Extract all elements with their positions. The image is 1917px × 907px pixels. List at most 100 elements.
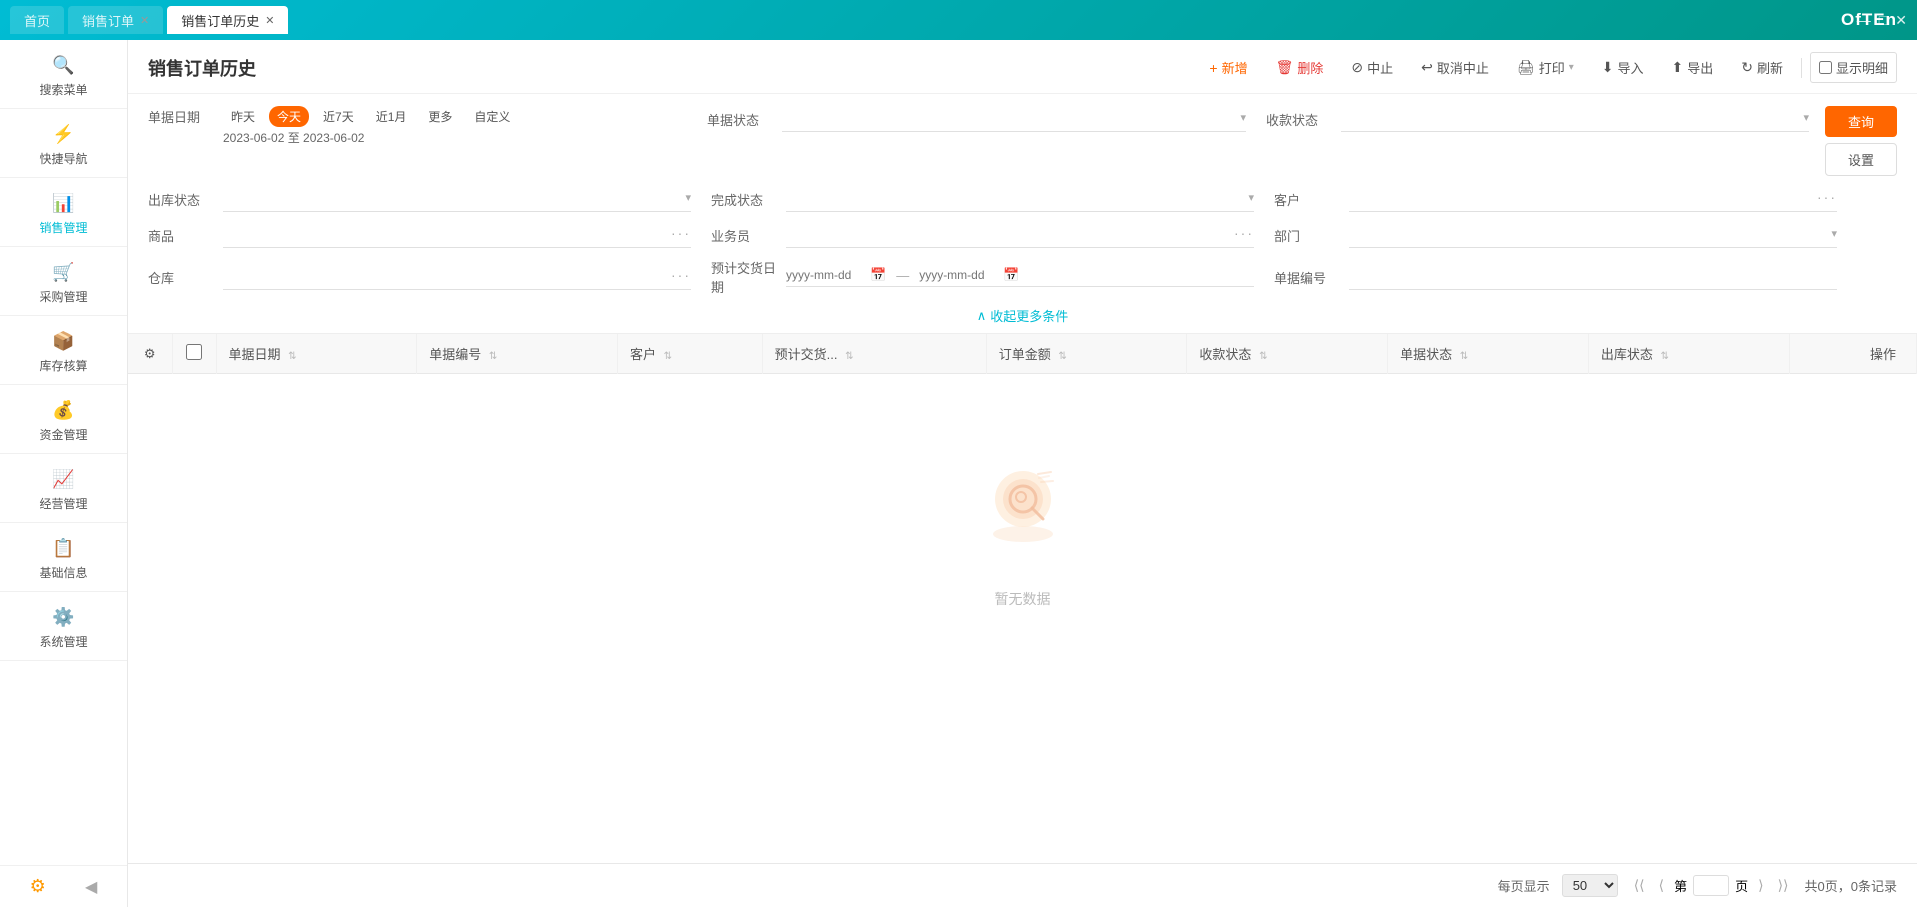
toolbar-divider (1801, 58, 1802, 78)
sidebar-item-quick-nav[interactable]: ⚡ 快捷导航 (0, 109, 127, 178)
next-page-button[interactable]: ⟩ (1754, 875, 1767, 896)
stop-label: 中止 (1367, 58, 1393, 77)
finance-icon: 💰 (53, 399, 75, 421)
select-all-checkbox[interactable] (186, 344, 202, 360)
date-tab-more[interactable]: 更多 (420, 106, 460, 127)
empty-text: 暂无数据 (995, 589, 1051, 609)
display-toggle[interactable]: 显示明细 (1810, 52, 1897, 83)
col-settings[interactable]: ⚙ (128, 334, 172, 374)
complete-status-label: 完成状态 (711, 190, 786, 209)
col-out-status-label: 出库状态 (1601, 347, 1653, 362)
filter-area: 单据日期 昨天 今天 近7天 近1月 更多 自定义 2023-06-02 至 2… (128, 94, 1917, 334)
date-tab-1month[interactable]: 近1月 (368, 106, 415, 127)
col-doc-number-label: 单据编号 (429, 347, 481, 362)
col-receipt-status-label: 收款状态 (1199, 347, 1251, 362)
date-tab-yesterday[interactable]: 昨天 (223, 106, 263, 127)
export-button[interactable]: ⬆ 导出 (1661, 53, 1723, 82)
display-toggle-checkbox[interactable] (1819, 61, 1832, 74)
expected-date-to[interactable] (919, 268, 999, 282)
stop-button[interactable]: ⊘ 中止 (1341, 53, 1403, 82)
purchase-mgmt-icon: 🛒 (53, 261, 75, 283)
sidebar-label-basic-info: 基础信息 (39, 564, 87, 581)
tab-sales-order-history-close[interactable]: ✕ (265, 14, 274, 27)
sidebar-item-system-mgmt[interactable]: ⚙️ 系统管理 (0, 592, 127, 661)
tab-sales-order-close[interactable]: ✕ (140, 14, 149, 27)
collapse-filter-row[interactable]: ∧ 收起更多条件 (148, 306, 1897, 325)
sidebar-item-finance[interactable]: 💰 资金管理 (0, 385, 127, 454)
query-button[interactable]: 查询 (1825, 106, 1897, 137)
settings-bottom-icon[interactable]: ⚙ (30, 876, 46, 897)
sidebar: 🔍 搜索菜单 ⚡ 快捷导航 📊 销售管理 🛒 采购管理 📦 库存核算 💰 资金管… (0, 40, 128, 907)
col-order-amount[interactable]: 订单金额 ⇅ (986, 334, 1187, 374)
table-header-row: ⚙ 单据日期 ⇅ 单据编号 ⇅ (128, 334, 1917, 374)
settings-button[interactable]: 设置 (1825, 143, 1897, 176)
col-customer[interactable]: 客户 ⇅ (617, 334, 762, 374)
doc-status-label: 单据状态 (707, 110, 782, 129)
cancel-stop-button[interactable]: ↩ 取消中止 (1411, 53, 1499, 82)
print-button[interactable]: 🖨 打印 ▾ (1507, 53, 1584, 82)
sidebar-item-sales-mgmt[interactable]: 📊 销售管理 (0, 178, 127, 247)
tab-home[interactable]: 首页 (10, 6, 64, 34)
col-action-label: 操作 (1870, 347, 1896, 362)
date-tab-custom[interactable]: 自定义 (466, 106, 518, 127)
col-order-amount-sort: ⇅ (1058, 351, 1066, 362)
first-page-button[interactable]: ⟨⟨ (1630, 875, 1649, 896)
main-layout: 🔍 搜索菜单 ⚡ 快捷导航 📊 销售管理 🛒 采购管理 📦 库存核算 💰 资金管… (0, 40, 1917, 907)
sidebar-item-search-menu[interactable]: 🔍 搜索菜单 (0, 40, 127, 109)
collapse-up-icon: ∧ (977, 308, 987, 324)
col-doc-number[interactable]: 单据编号 ⇅ (417, 334, 618, 374)
table-area: ⚙ 单据日期 ⇅ 单据编号 ⇅ (128, 334, 1917, 863)
sidebar-item-purchase-mgmt[interactable]: 🛒 采购管理 (0, 247, 127, 316)
doc-status-chevron: ▾ (1240, 111, 1246, 124)
col-customer-label: 客户 (630, 347, 656, 362)
date-tab-7days[interactable]: 近7天 (315, 106, 362, 127)
page-number-input[interactable]: 1 (1693, 875, 1729, 896)
page-unit: 页 (1735, 876, 1748, 895)
prev-page-button[interactable]: ⟨ (1655, 875, 1668, 896)
sidebar-item-operations[interactable]: 📈 经营管理 (0, 454, 127, 523)
sidebar-label-search-menu: 搜索菜单 (39, 81, 87, 98)
doc-number-label: 单据编号 (1274, 268, 1349, 287)
delete-button[interactable]: 🗑 删除 (1266, 53, 1334, 82)
new-label: 新增 (1222, 58, 1248, 77)
col-receipt-status[interactable]: 收款状态 ⇅ (1187, 334, 1388, 374)
date-tab-today[interactable]: 今天 (269, 106, 309, 127)
collapse-sidebar-icon[interactable]: ◀ (85, 877, 97, 897)
col-out-status[interactable]: 出库状态 ⇅ (1588, 334, 1789, 374)
page-header: 销售订单历史 + 新增 🗑 删除 ⊘ 中止 ↩ 取消中止 (128, 40, 1917, 94)
calendar-to-icon[interactable]: 📅 (1003, 267, 1019, 283)
refresh-button[interactable]: ↻ 刷新 (1731, 53, 1793, 82)
last-page-button[interactable]: ⟩⟩ (1774, 875, 1793, 896)
new-button[interactable]: + 新增 (1199, 53, 1257, 82)
sidebar-label-purchase-mgmt: 采购管理 (39, 288, 87, 305)
page-label: 第 (1674, 876, 1687, 895)
per-page-select[interactable]: 10 20 50 100 (1562, 874, 1618, 897)
cancel-stop-label: 取消中止 (1437, 58, 1489, 77)
settings-col-icon: ⚙ (144, 346, 156, 361)
receipt-status-chevron: ▾ (1803, 111, 1809, 124)
pagination-bar: 每页显示 10 20 50 100 ⟨⟨ ⟨ 第 1 页 ⟩ ⟩⟩ 共0页，0条… (128, 863, 1917, 907)
doc-number-input[interactable] (1349, 268, 1837, 282)
expected-date-from[interactable] (786, 268, 866, 282)
import-button[interactable]: ⬇ 导入 (1592, 53, 1654, 82)
date-dash: — (896, 268, 909, 283)
import-label: 导入 (1617, 58, 1643, 77)
new-icon: + (1209, 60, 1217, 76)
col-checkbox[interactable] (172, 334, 216, 374)
col-expected-delivery[interactable]: 预计交货... ⇅ (762, 334, 986, 374)
col-doc-status[interactable]: 单据状态 ⇅ (1388, 334, 1589, 374)
out-status-chevron: ▾ (685, 191, 691, 204)
tab-sales-order[interactable]: 销售订单 ✕ (68, 6, 163, 34)
col-doc-date[interactable]: 单据日期 ⇅ (216, 334, 417, 374)
col-expected-delivery-label: 预计交货... (775, 347, 838, 362)
tab-sales-order-history[interactable]: 销售订单历史 ✕ (167, 6, 288, 34)
calendar-from-icon[interactable]: 📅 (870, 267, 886, 283)
col-action: 操作 (1789, 334, 1916, 374)
operations-icon: 📈 (53, 468, 75, 490)
close-window-button[interactable]: ✕ (1895, 12, 1907, 29)
toolbar: + 新增 🗑 删除 ⊘ 中止 ↩ 取消中止 🖨 打印 (1199, 52, 1897, 83)
date-range-display: 2023-06-02 至 2023-06-02 (223, 129, 364, 146)
sidebar-item-inventory[interactable]: 📦 库存核算 (0, 316, 127, 385)
col-doc-status-label: 单据状态 (1400, 347, 1452, 362)
sidebar-item-basic-info[interactable]: 📋 基础信息 (0, 523, 127, 592)
